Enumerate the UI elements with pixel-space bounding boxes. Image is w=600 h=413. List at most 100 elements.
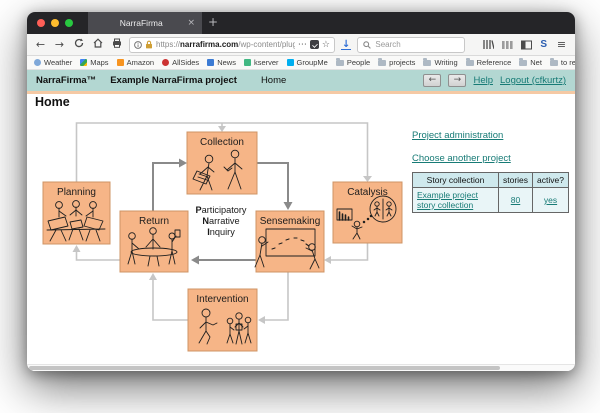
refresh-icon[interactable] [72,38,85,51]
bookmark-news[interactable]: News [207,58,236,67]
page-title: Home [35,95,70,109]
bookmark-label: to read [560,58,575,67]
kserver-site-icon [243,59,251,66]
browser-tab[interactable]: NarraFirma × [88,12,202,34]
bookmark-label: People [346,58,371,67]
svg-text:Narrative: Narrative [202,216,239,226]
library-icon[interactable] [482,39,495,50]
bookmark-label: Reference [476,58,512,67]
bookmark-label: News [217,58,236,67]
bookmark-folder-net[interactable]: Net [519,58,542,67]
search-placeholder: Search [375,40,401,49]
bookmark-label: Amazon [126,58,155,67]
header-right: ← → Help Logout (cfkurtz) [423,74,566,87]
stories-cell: 80 [497,187,534,213]
zoom-window-button[interactable] [65,19,73,27]
col-stories: stories [497,172,534,188]
active-link[interactable]: yes [544,195,557,205]
lock-icon [146,40,152,49]
new-tab-button[interactable]: + [208,15,218,30]
collection-label: Collection [200,137,244,148]
bookmark-label: kserver [253,58,279,67]
history-forward-button[interactable]: → [448,74,467,87]
weather-site-icon [34,59,41,66]
search-icon [363,40,372,49]
app-brand: NarraFirma™ [36,75,97,86]
close-window-button[interactable] [37,19,45,27]
minimize-window-button[interactable] [51,19,59,27]
pni-cycle-diagram[interactable]: Planning Collection Catalysis Return Sen… [40,118,405,356]
bookmark-maps[interactable]: Maps [80,58,109,67]
maps-site-icon [80,59,88,66]
story-collection-link[interactable]: Example project story collection [417,190,478,210]
folder-icon [549,58,558,66]
url-text[interactable]: https://narrafirma.com/wp-content/plug [156,40,295,49]
bookmark-folder-projects[interactable]: projects [378,58,415,67]
logout-link[interactable]: Logout (cfkurtz) [500,75,566,86]
bookmark-label: projects [389,58,416,67]
tab-close-icon[interactable]: × [187,18,195,28]
horizontal-scrollbar[interactable] [27,364,575,371]
sidebar-icon[interactable] [521,40,533,50]
bookmark-amazon[interactable]: Amazon [116,58,155,67]
s-extension-icon[interactable]: S [540,39,547,50]
print-icon[interactable] [110,38,123,51]
menu-icon[interactable]: ≡ [555,39,568,50]
bookmark-label: AllSides [172,58,200,67]
folder-icon [335,58,344,66]
stories-count-link[interactable]: 80 [511,195,520,205]
choose-another-project-link[interactable]: Choose another project [412,153,511,164]
allsides-site-icon [162,59,170,66]
scrollbar-thumb[interactable] [29,366,501,370]
bookmark-star-icon[interactable]: ☆ [322,40,330,50]
bookmark-label: Net [530,58,542,67]
news-site-icon [207,59,215,66]
bookmark-label: Writing [434,58,458,67]
bookmark-folder-toread[interactable]: to read [549,58,575,67]
svg-text:Participatory: Participatory [195,205,246,215]
bookmark-kserver[interactable]: kserver [243,58,279,67]
col-story-collection: Story collection [412,172,499,188]
forward-icon[interactable]: → [53,39,66,50]
project-administration-link[interactable]: Project administration [412,130,503,141]
folder-icon [465,58,474,66]
panels-icon[interactable] [502,40,513,50]
url-bar[interactable]: https://narrafirma.com/wp-content/plug ⋯… [129,36,335,53]
bookmark-weather[interactable]: Weather [34,58,72,67]
folder-icon [423,58,432,66]
app-header: NarraFirma™ Example NarraFirma project H… [27,70,575,91]
story-collection-cell: Example project story collection [412,187,499,213]
tab-bar: NarraFirma × + [27,12,575,34]
home-icon[interactable] [91,38,104,51]
bookmark-allsides[interactable]: AllSides [162,58,199,67]
bookmark-label: GroupMe [296,58,328,67]
site-info-icon[interactable] [134,40,142,49]
bookmark-folder-writing[interactable]: Writing [423,58,458,67]
return-label: Return [139,216,169,227]
pocket-icon[interactable] [309,40,319,49]
url-path: /wp-content/plug [238,40,295,49]
col-active: active? [532,172,569,188]
amazon-site-icon [116,59,124,66]
page-actions-icon[interactable]: ⋯ [298,40,307,50]
bookmark-folder-people[interactable]: People [335,58,371,67]
bookmark-groupme[interactable]: GroupMe [286,58,328,67]
help-link[interactable]: Help [473,75,493,86]
tab-title: NarraFirma [119,18,163,28]
table-header-row: Story collection stories active? [412,172,569,188]
active-cell: yes [532,187,569,213]
project-name: Example NarraFirma project [110,75,237,86]
folder-icon [519,58,528,66]
traffic-lights [37,19,73,27]
history-back-button[interactable]: ← [423,74,442,87]
folder-icon [378,58,387,66]
groupme-site-icon [286,59,294,66]
bookmark-folder-reference[interactable]: Reference [465,58,512,67]
page-content: Home Planning Collection Catalysis Retur… [27,94,575,364]
search-bar[interactable]: Search [357,36,466,53]
svg-text:Inquiry: Inquiry [207,227,235,237]
planning-label: Planning [57,187,96,198]
back-icon[interactable]: ← [34,39,47,50]
header-nav-home[interactable]: Home [261,75,286,86]
downloads-icon[interactable]: ↓ [341,39,352,50]
